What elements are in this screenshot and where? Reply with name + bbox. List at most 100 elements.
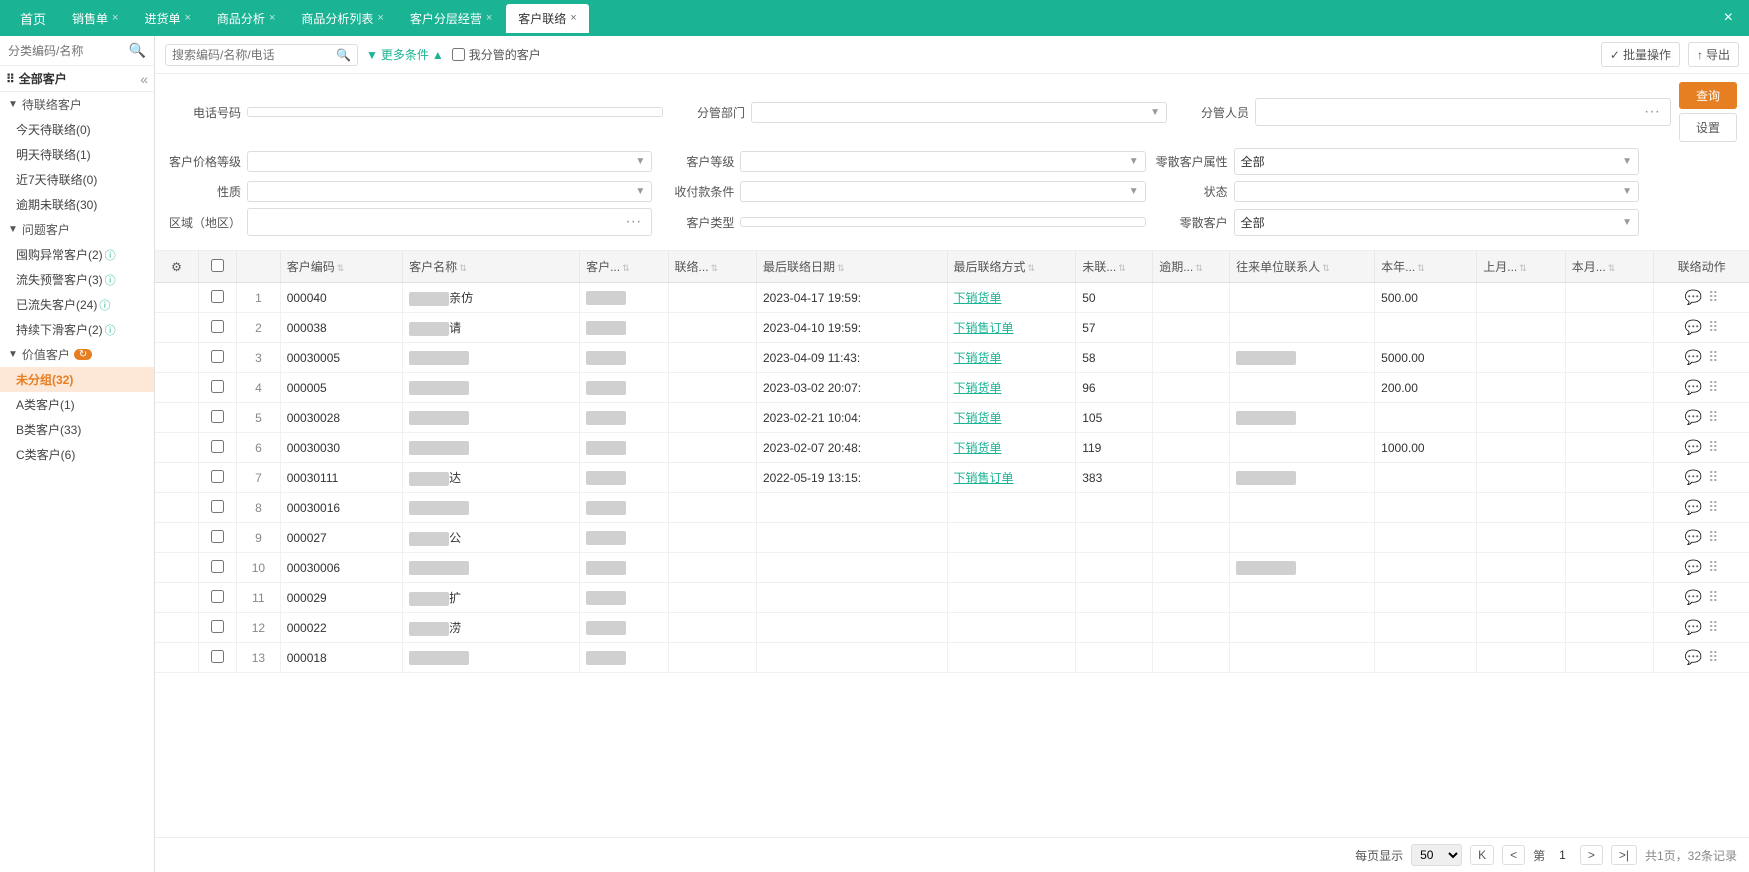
- chat-icon-10[interactable]: 💬: [1685, 589, 1702, 606]
- group-header-value[interactable]: ▼ 价值客户 ↻: [0, 342, 154, 367]
- my-customers-input[interactable]: [452, 48, 465, 61]
- chat-icon-3[interactable]: 💬: [1685, 379, 1702, 396]
- method-link[interactable]: 下销售订单: [954, 471, 1014, 485]
- last-page-button[interactable]: >|: [1611, 845, 1637, 865]
- row-checkbox-8[interactable]: [211, 530, 224, 543]
- query-button[interactable]: 查询: [1679, 82, 1737, 109]
- filter-retail-attr-input[interactable]: 全部 ▼: [1234, 148, 1639, 175]
- window-close-button[interactable]: ×: [1716, 5, 1741, 31]
- row-check-cell[interactable]: [199, 343, 237, 373]
- row-checkbox-7[interactable]: [211, 500, 224, 513]
- col-header-code[interactable]: 客户编码⇅: [280, 251, 402, 283]
- filter-status-input[interactable]: ▼: [1234, 181, 1639, 202]
- close-product-list-icon[interactable]: ×: [377, 12, 383, 24]
- all-customers-button[interactable]: ⠿ 全部客户: [6, 70, 67, 87]
- sidebar-search-icon[interactable]: 🔍: [129, 42, 146, 59]
- grid-action-icon-8[interactable]: ⠿: [1708, 529, 1718, 546]
- nav-customer-tier-tab[interactable]: 客户分层经营 ×: [398, 4, 504, 33]
- sidebar-item-ungrouped[interactable]: 未分组(32): [0, 367, 154, 392]
- method-link[interactable]: 下销售订单: [954, 321, 1014, 335]
- chat-icon-0[interactable]: 💬: [1685, 289, 1702, 306]
- sidebar-item-declining[interactable]: 持续下滑客户(2) ⓘ: [0, 317, 154, 342]
- grid-action-icon-6[interactable]: ⠿: [1708, 469, 1718, 486]
- group-header-pending[interactable]: ▼ 待联络客户: [0, 92, 154, 117]
- select-all-checkbox[interactable]: [211, 259, 224, 272]
- row-check-cell[interactable]: [199, 313, 237, 343]
- first-page-button[interactable]: K: [1470, 845, 1494, 865]
- sidebar-item-a-type[interactable]: A类客户(1): [0, 392, 154, 417]
- filter-region-input[interactable]: ···: [247, 208, 652, 236]
- batch-operation-button[interactable]: ✓ 批量操作: [1601, 42, 1680, 67]
- search-input[interactable]: [172, 48, 332, 62]
- filter-nature-input[interactable]: ▼: [247, 181, 652, 202]
- row-check-cell[interactable]: [199, 493, 237, 523]
- row-checkbox-10[interactable]: [211, 590, 224, 603]
- row-check-cell[interactable]: [199, 403, 237, 433]
- grid-action-icon-1[interactable]: ⠿: [1708, 319, 1718, 336]
- filter-phone-input[interactable]: [247, 107, 663, 117]
- sidebar-item-hoarding[interactable]: 囤购异常客户(2) ⓘ: [0, 242, 154, 267]
- col-header-settings[interactable]: ⚙: [155, 251, 199, 283]
- group-header-problem[interactable]: ▼ 问题客户: [0, 217, 154, 242]
- nav-product-list-tab[interactable]: 商品分析列表 ×: [289, 4, 395, 33]
- row-checkbox-9[interactable]: [211, 560, 224, 573]
- row-check-cell[interactable]: [199, 583, 237, 613]
- col-header-type[interactable]: 客户...⇅: [580, 251, 668, 283]
- next-page-button[interactable]: >: [1580, 845, 1603, 865]
- method-link[interactable]: 下销货单: [954, 291, 1002, 305]
- grid-action-icon-0[interactable]: ⠿: [1708, 289, 1718, 306]
- filter-price-level-input[interactable]: ▼: [247, 151, 652, 172]
- grid-action-icon-12[interactable]: ⠿: [1708, 649, 1718, 666]
- filter-customer-type-input[interactable]: [740, 217, 1145, 227]
- row-check-cell[interactable]: [199, 283, 237, 313]
- col-header-contact[interactable]: 联络...⇅: [668, 251, 756, 283]
- page-size-select[interactable]: 50 100 200: [1411, 844, 1462, 866]
- col-header-counterpart[interactable]: 往来单位联系人⇅: [1230, 251, 1375, 283]
- col-header-uncontact[interactable]: 未联...⇅: [1076, 251, 1153, 283]
- more-conditions-button[interactable]: ▼ 更多条件 ▲: [366, 46, 444, 63]
- row-check-cell[interactable]: [199, 373, 237, 403]
- sidebar-item-overdue-pending[interactable]: 逾期未联络(30): [0, 192, 154, 217]
- chat-icon-8[interactable]: 💬: [1685, 529, 1702, 546]
- method-link[interactable]: 下销货单: [954, 411, 1002, 425]
- method-link[interactable]: 下销货单: [954, 441, 1002, 455]
- close-product-analysis-icon[interactable]: ×: [269, 12, 275, 24]
- staff-dots-icon[interactable]: ···: [1640, 103, 1664, 121]
- col-header-name[interactable]: 客户名称⇅: [403, 251, 580, 283]
- nav-purchase-tab[interactable]: 进货单 ×: [132, 4, 202, 33]
- chat-icon-11[interactable]: 💬: [1685, 619, 1702, 636]
- my-customers-checkbox[interactable]: 我分管的客户: [452, 46, 541, 63]
- filter-retail-customer-input[interactable]: 全部 ▼: [1234, 209, 1639, 236]
- sidebar-item-c-type[interactable]: C类客户(6): [0, 442, 154, 467]
- grid-action-icon-10[interactable]: ⠿: [1708, 589, 1718, 606]
- grid-action-icon-9[interactable]: ⠿: [1708, 559, 1718, 576]
- chat-icon-6[interactable]: 💬: [1685, 469, 1702, 486]
- grid-action-icon-5[interactable]: ⠿: [1708, 439, 1718, 456]
- row-checkbox-2[interactable]: [211, 350, 224, 363]
- chat-icon-2[interactable]: 💬: [1685, 349, 1702, 366]
- sidebar-search-input[interactable]: [8, 44, 125, 58]
- reset-button[interactable]: 设置: [1679, 113, 1737, 142]
- grid-action-icon-2[interactable]: ⠿: [1708, 349, 1718, 366]
- chat-icon-7[interactable]: 💬: [1685, 499, 1702, 516]
- region-dots-icon[interactable]: ···: [621, 213, 645, 231]
- row-checkbox-0[interactable]: [211, 290, 224, 303]
- sidebar-item-today-pending[interactable]: 今天待联络(0): [0, 117, 154, 142]
- row-check-cell[interactable]: [199, 643, 237, 673]
- sidebar-item-tomorrow-pending[interactable]: 明天待联络(1): [0, 142, 154, 167]
- chat-icon-4[interactable]: 💬: [1685, 409, 1702, 426]
- row-checkbox-5[interactable]: [211, 440, 224, 453]
- col-header-thisyear[interactable]: 本年...⇅: [1375, 251, 1477, 283]
- col-header-date[interactable]: 最后联络日期⇅: [757, 251, 948, 283]
- export-button[interactable]: ↑ 导出: [1688, 42, 1739, 67]
- row-check-cell[interactable]: [199, 613, 237, 643]
- sidebar-item-b-type[interactable]: B类客户(33): [0, 417, 154, 442]
- row-check-cell[interactable]: [199, 553, 237, 583]
- row-checkbox-1[interactable]: [211, 320, 224, 333]
- sidebar-item-week-pending[interactable]: 近7天待联络(0): [0, 167, 154, 192]
- prev-page-button[interactable]: <: [1502, 845, 1525, 865]
- nav-sales-tab[interactable]: 销售单 ×: [60, 4, 130, 33]
- filter-dept-input[interactable]: ▼: [751, 102, 1167, 123]
- nav-home-tab[interactable]: 首页: [8, 3, 58, 34]
- row-checkbox-4[interactable]: [211, 410, 224, 423]
